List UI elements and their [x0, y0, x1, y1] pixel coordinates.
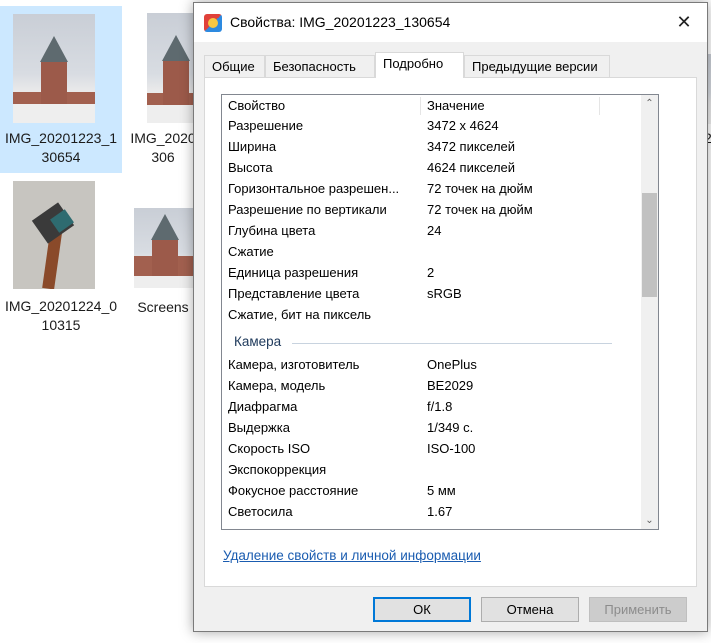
column-divider[interactable]	[599, 97, 600, 115]
file-item-img-20201224-010315[interactable]: IMG_20201224_0 10315	[0, 176, 122, 346]
property-name: Светосила	[228, 504, 293, 519]
property-row[interactable]: Высота 4624 пикселей	[222, 158, 642, 179]
property-value: 5 мм	[427, 483, 456, 498]
property-value: 3472 пикселей	[427, 139, 516, 154]
property-name: Горизонтальное разрешен...	[228, 181, 400, 196]
property-name: Единица разрешения	[228, 265, 359, 280]
property-value: ISO-100	[427, 441, 476, 456]
property-row[interactable]: Сжатие	[222, 242, 642, 263]
close-button[interactable]: ✕	[661, 3, 707, 42]
property-value: 1.67	[427, 504, 453, 519]
property-row[interactable]: Экспокоррекция	[222, 460, 642, 481]
property-name: Разрешение	[228, 118, 304, 133]
property-name: Разрешение по вертикали	[228, 202, 387, 217]
property-row[interactable]: Сжатие, бит на пиксель	[222, 305, 642, 326]
cancel-button[interactable]: Отмена	[481, 597, 579, 622]
property-value: 24	[427, 223, 442, 238]
tab-label: Безопасность	[273, 59, 356, 74]
file-thumbnail	[13, 14, 95, 123]
header-property[interactable]: Свойство	[228, 98, 285, 113]
file-item-screenshot[interactable]: Screens	[133, 200, 195, 330]
property-name: Ширина	[228, 139, 277, 154]
chevron-down-icon: ⌄	[645, 515, 654, 526]
tab-label: Подробно	[383, 56, 444, 71]
property-name: Экспокоррекция	[228, 462, 327, 477]
property-name: Фокусное расстояние	[228, 483, 359, 498]
tab-label: Предыдущие версии	[472, 59, 598, 74]
property-name: Камера, изготовитель	[228, 357, 360, 372]
property-row[interactable]: Диафрагма f/1.8	[222, 397, 642, 418]
property-value: 4624 пикселей	[427, 160, 516, 175]
section-label: Камера	[234, 334, 282, 349]
property-row[interactable]: Светосила 1.67	[222, 502, 642, 523]
section-divider	[292, 343, 612, 344]
property-row[interactable]: Разрешение 3472 x 4624	[222, 116, 642, 137]
property-name: Представление цвета	[228, 286, 360, 301]
property-row[interactable]: Камера, модель BE2029	[222, 376, 642, 397]
properties-dialog: Свойства: IMG_20201223_130654 ✕ Общие Бе…	[193, 2, 708, 632]
file-thumbnail	[134, 208, 195, 288]
property-row[interactable]: Глубина цвета 24	[222, 221, 642, 242]
chevron-up-icon: ⌃	[645, 98, 654, 109]
property-row[interactable]: Фокусное расстояние 5 мм	[222, 481, 642, 502]
dialog-title: Свойства: IMG_20201223_130654	[230, 14, 451, 30]
file-item-img-2020[interactable]: IMG_2020 306	[130, 6, 196, 173]
photos-app-icon	[204, 14, 222, 32]
property-name: Камера, модель	[228, 378, 326, 393]
property-value: 1/349 с.	[427, 420, 474, 435]
scroll-up-button[interactable]: ⌃	[641, 95, 658, 112]
property-value: BE2029	[427, 378, 474, 393]
property-row[interactable]: Разрешение по вертикали 72 точек на дюйм	[222, 200, 642, 221]
property-row[interactable]: Камера, изготовитель OnePlus	[222, 355, 642, 376]
properties-list[interactable]: Свойство Значение Разрешение 3472 x 4624…	[221, 94, 659, 530]
column-divider[interactable]	[420, 97, 421, 115]
property-value: sRGB	[427, 286, 462, 301]
property-name: Глубина цвета	[228, 223, 316, 238]
header-value[interactable]: Значение	[427, 98, 485, 113]
file-thumbnail	[147, 13, 195, 123]
property-row[interactable]: Скорость ISO ISO-100	[222, 439, 642, 460]
details-panel: Свойство Значение Разрешение 3472 x 4624…	[204, 77, 697, 587]
property-value: 72 точек на дюйм	[427, 202, 533, 217]
scroll-down-button[interactable]: ⌄	[641, 512, 658, 529]
property-row[interactable]: Единица разрешения 2	[222, 263, 642, 284]
remove-properties-link[interactable]: Удаление свойств и личной информации	[223, 548, 481, 563]
file-thumbnail	[13, 181, 95, 289]
property-value: 2	[427, 265, 435, 280]
property-value: OnePlus	[427, 357, 477, 372]
tab-general[interactable]: Общие	[204, 55, 265, 77]
scrollbar-thumb[interactable]	[642, 193, 657, 297]
property-value: 72 точек на дюйм	[427, 181, 533, 196]
property-name: Скорость ISO	[228, 441, 311, 456]
property-name: Диафрагма	[228, 399, 298, 414]
list-header: Свойство Значение	[222, 95, 642, 116]
apply-button[interactable]: Применить	[589, 597, 687, 622]
close-icon: ✕	[676, 12, 692, 32]
property-name: Сжатие, бит на пиксель	[228, 307, 372, 322]
tab-security[interactable]: Безопасность	[265, 55, 375, 77]
property-name: Сжатие	[228, 244, 274, 259]
tab-previous-versions[interactable]: Предыдущие версии	[464, 55, 610, 77]
tab-details[interactable]: Подробно	[375, 52, 464, 78]
property-row[interactable]: Выдержка 1/349 с.	[222, 418, 642, 439]
section-header-camera[interactable]: Камера	[222, 329, 642, 353]
ok-button[interactable]: ОК	[373, 597, 471, 622]
property-row[interactable]: Ширина 3472 пикселей	[222, 137, 642, 158]
property-row[interactable]: Горизонтальное разрешен... 72 точек на д…	[222, 179, 642, 200]
property-name: Выдержка	[228, 420, 290, 435]
tab-label: Общие	[212, 59, 255, 74]
property-name: Высота	[228, 160, 273, 175]
property-value: 3472 x 4624	[427, 118, 499, 133]
property-value: f/1.8	[427, 399, 453, 414]
dialog-titlebar[interactable]: Свойства: IMG_20201223_130654 ✕	[194, 3, 707, 42]
vertical-scrollbar[interactable]: ⌃ ⌄	[641, 95, 658, 529]
property-row[interactable]: Представление цвета sRGB	[222, 284, 642, 305]
